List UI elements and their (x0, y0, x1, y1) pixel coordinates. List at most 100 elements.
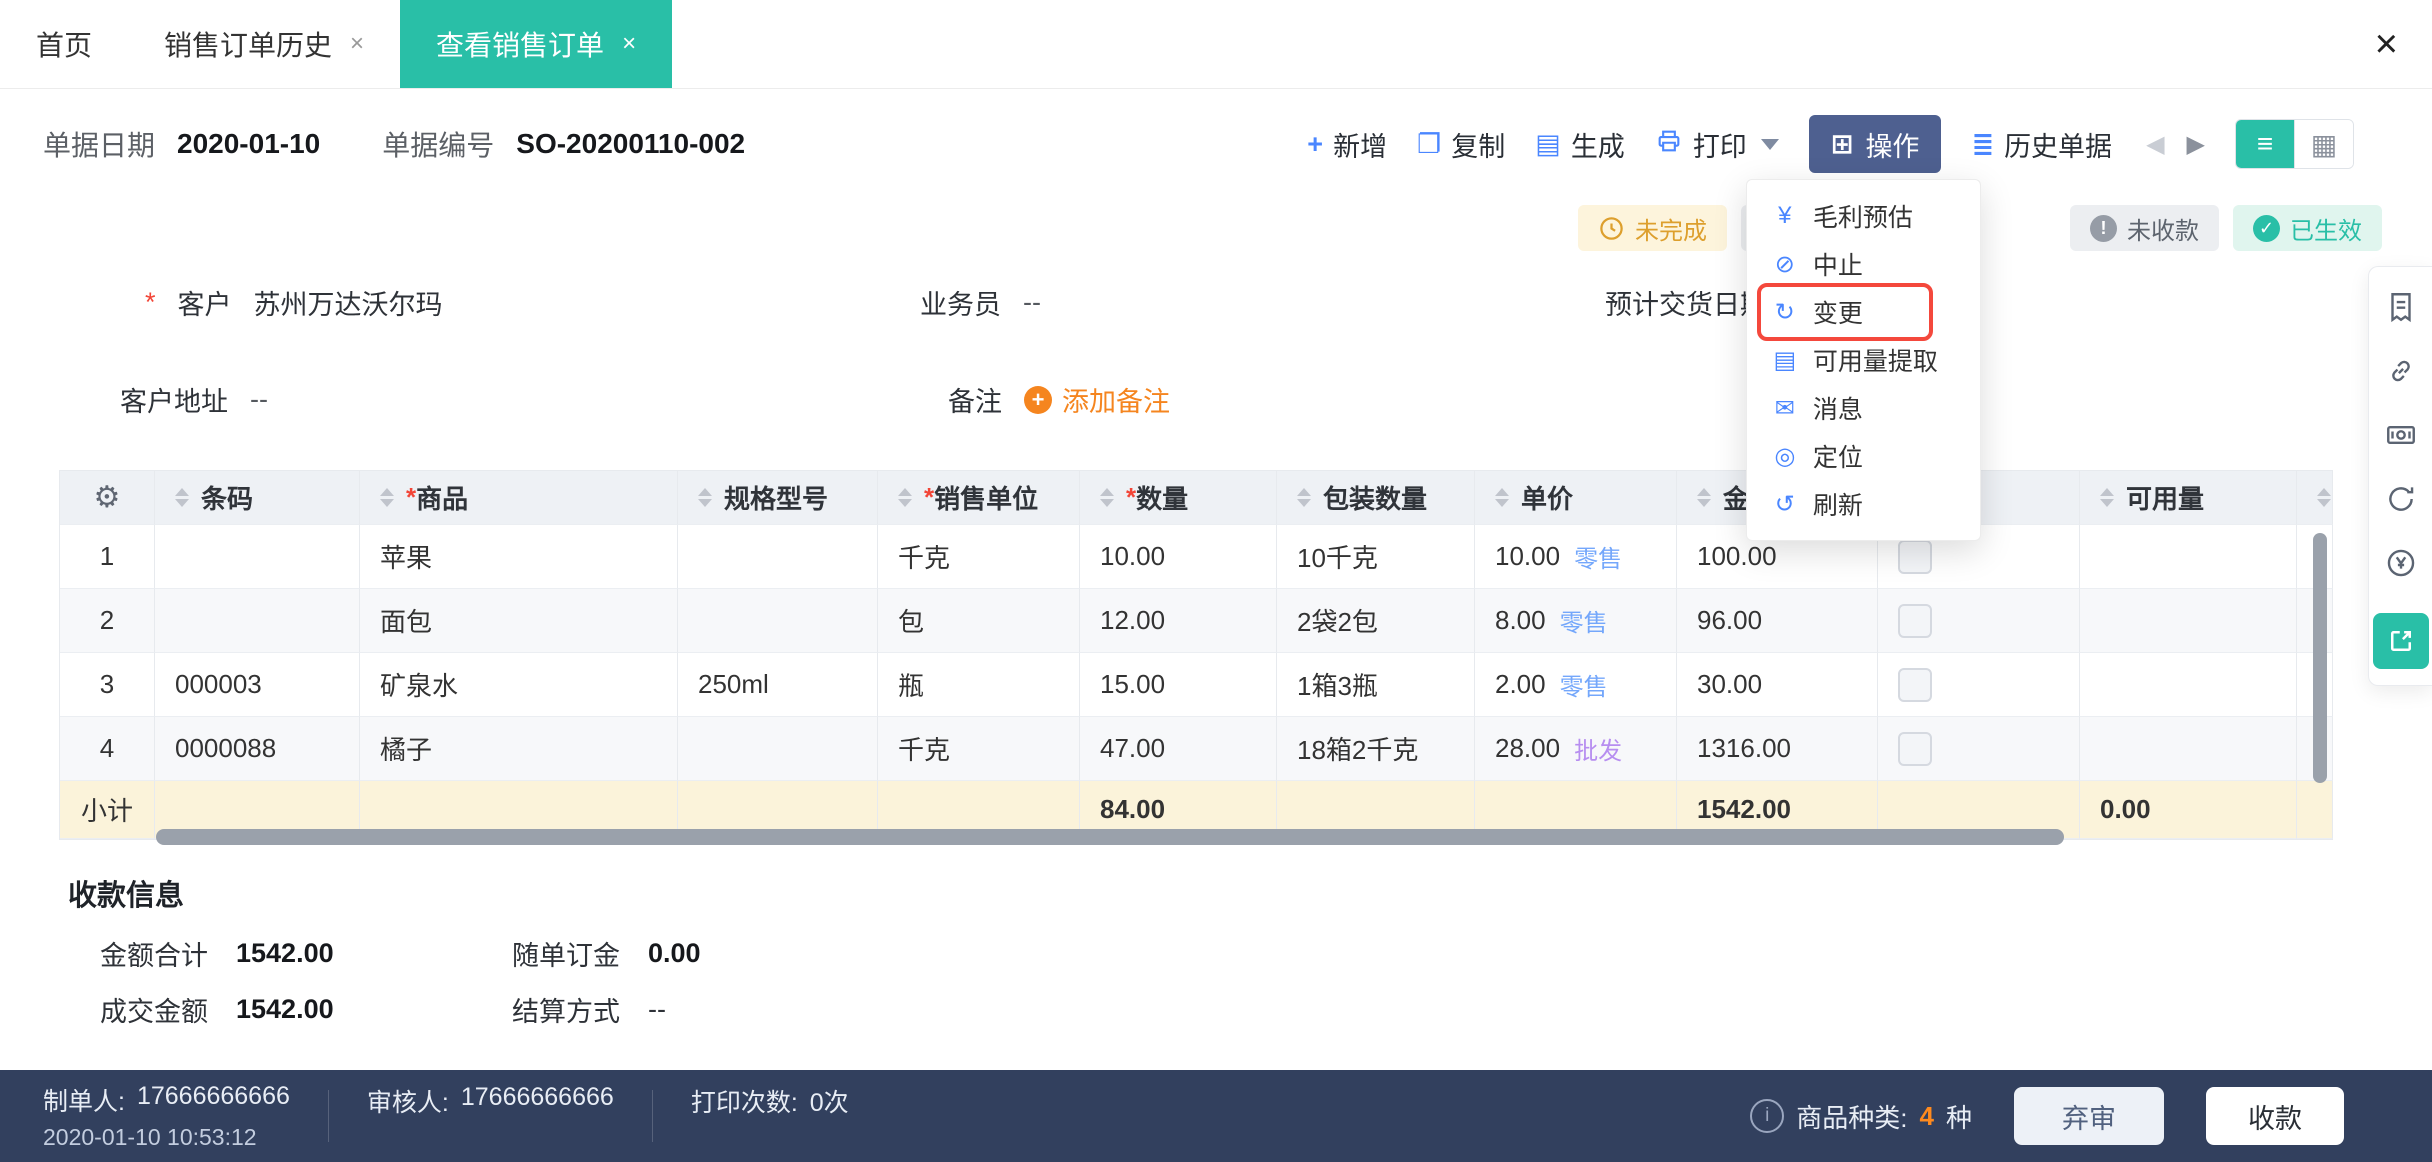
price-type-tag[interactable]: 零售 (1560, 603, 1608, 638)
horizontal-scrollbar[interactable] (156, 829, 2064, 845)
payment-deposit-value: 0.00 (648, 938, 701, 968)
sales-order-page: 首页 销售订单历史 × 查看销售订单 × × 单据日期 2020-01-10 单… (0, 0, 2432, 1162)
banknote-icon[interactable] (2383, 417, 2419, 453)
sort-icon[interactable] (380, 488, 394, 507)
cell-available (2080, 717, 2297, 781)
vertical-scrollbar[interactable] (2313, 533, 2327, 783)
sort-icon[interactable] (1297, 488, 1311, 507)
cell-unit: 包 (878, 589, 1080, 653)
exclamation-icon: ! (2090, 214, 2117, 242)
next-record-icon[interactable]: ▶ (2187, 130, 2205, 159)
row-checkbox[interactable] (1898, 603, 1932, 638)
customer-address-field: 客户地址 -- (120, 380, 268, 419)
customer-label: 客户 (177, 290, 232, 320)
cell-product: 面包 (360, 589, 678, 653)
list-view-button[interactable]: ≡ (2236, 120, 2294, 168)
subtotal-available: 0.00 (2080, 781, 2297, 839)
row-checkbox[interactable] (1898, 731, 1932, 766)
sort-icon[interactable] (2100, 488, 2114, 507)
document-meta: 单据日期 2020-01-10 单据编号 SO-20200110-002 (43, 124, 745, 164)
tab-view-sales-order[interactable]: 查看销售订单 × (400, 0, 673, 88)
price-type-tag[interactable]: 批发 (1574, 731, 1622, 766)
sort-icon[interactable] (1495, 488, 1509, 507)
row-checkbox[interactable] (1898, 539, 1932, 574)
tab-sales-order-history[interactable]: 销售订单历史 × (128, 0, 400, 88)
receipt-icon[interactable] (2383, 289, 2419, 325)
col-available[interactable]: 可用量 (2080, 471, 2297, 525)
cell-price: 28.00 批发 (1475, 717, 1677, 781)
menu-item-profit-estimate[interactable]: ¥ 毛利预估 (1747, 192, 1980, 240)
table-row[interactable]: 3 000003 矿泉水 250ml 瓶 15.00 1箱3瓶 2.00 零售 3… (60, 653, 2333, 717)
col-unit[interactable]: * 销售单位 (878, 471, 1080, 525)
sort-icon[interactable] (898, 488, 912, 507)
close-icon[interactable]: × (622, 30, 636, 58)
menu-item-message[interactable]: ✉ 消息 (1747, 384, 1980, 432)
created-at: 2020-01-10 10:53:12 (43, 1123, 257, 1150)
refresh-icon: ↺ (1774, 490, 1795, 518)
sort-icon[interactable] (1697, 488, 1711, 507)
sort-icon[interactable] (175, 488, 189, 507)
menu-item-abort[interactable]: ⊘ 中止 (1747, 240, 1980, 288)
menu-item-available-extract[interactable]: ▤ 可用量提取 (1747, 336, 1980, 384)
sort-icon[interactable] (2317, 488, 2331, 507)
print-button[interactable]: 打印 (1655, 125, 1779, 164)
list-view-icon: ≡ (2256, 128, 2274, 159)
tab-bar: 首页 销售订单历史 × 查看销售订单 × × (0, 0, 2432, 89)
tab-label: 销售订单历史 (164, 30, 333, 61)
col-barcode[interactable]: 条码 (155, 471, 360, 525)
cell-product: 矿泉水 (360, 653, 678, 717)
payment-deal: 成交金额 1542.00 (100, 990, 334, 1029)
customer-address-value: -- (250, 384, 268, 414)
row-checkbox[interactable] (1898, 667, 1932, 702)
col-price[interactable]: 单价 (1475, 471, 1677, 525)
delivery-date-label: 预计交货日期 (1605, 290, 1767, 320)
expand-icon[interactable] (2372, 613, 2429, 669)
generate-button[interactable]: ▤ 生成 (1535, 125, 1625, 164)
history-docs-button[interactable]: ≣ 历史单据 (1971, 125, 2112, 164)
grid-view-button[interactable]: ▦ (2294, 120, 2353, 168)
table-row[interactable]: 4 0000088 橘子 千克 47.00 18箱2千克 28.00 批发 131… (60, 717, 2333, 781)
prev-record-icon[interactable]: ◀ (2146, 130, 2164, 159)
close-icon[interactable]: × (350, 30, 364, 58)
menu-item-change[interactable]: ↻ 变更 (1747, 283, 1980, 341)
menu-item-locate[interactable]: ◎ 定位 (1747, 432, 1980, 480)
column-settings[interactable]: ⚙ (60, 471, 155, 525)
add-button[interactable]: + 新增 (1307, 125, 1387, 164)
col-qty[interactable]: * 数量 (1080, 471, 1277, 525)
sku-unit: 种 (1945, 1102, 1972, 1133)
salesman-field: 业务员 -- (920, 283, 1041, 322)
footer-right: i 商品种类: 4 种 弃审 收款 (1750, 1087, 2344, 1145)
table-row[interactable]: 2 面包 包 12.00 2袋2包 8.00 零售 96.00 (60, 589, 2333, 653)
add-remark-button[interactable]: + 添加备注 (1024, 380, 1170, 419)
salesman-value: -- (1023, 287, 1041, 317)
reject-audit-button[interactable]: 弃审 (2014, 1087, 2164, 1145)
operate-button[interactable]: ⊞ 操作 (1808, 115, 1942, 173)
customer-value[interactable]: 苏州万达沃尔玛 (254, 283, 443, 322)
view-toggle: ≡ ▦ (2235, 119, 2354, 169)
record-pager: ◀ ▶ (2146, 130, 2205, 159)
sort-icon[interactable] (1100, 488, 1114, 507)
payment-deposit: 随单订金 0.00 (512, 934, 701, 973)
sort-icon[interactable] (698, 488, 712, 507)
col-product[interactable]: * 商品 (360, 471, 678, 525)
refresh-circle-icon[interactable] (2383, 481, 2419, 517)
copy-button[interactable]: ❐ 复制 (1417, 125, 1505, 164)
col-partial[interactable] (2297, 471, 2333, 525)
price-type-tag[interactable]: 零售 (1574, 539, 1622, 574)
tab-home[interactable]: 首页 (0, 0, 128, 88)
yen-coin-icon[interactable] (2383, 545, 2419, 581)
remark-label: 备注 (948, 387, 1002, 417)
link-icon[interactable] (2383, 353, 2419, 389)
cell-unit: 瓶 (878, 653, 1080, 717)
col-pack-qty[interactable]: 包装数量 (1277, 471, 1475, 525)
receive-payment-button[interactable]: 收款 (2206, 1087, 2344, 1145)
table-row[interactable]: 1 苹果 千克 10.00 10千克 10.00 零售 100.00 (60, 525, 2333, 589)
cell-amount: 1316.00 (1677, 717, 1878, 781)
right-utility-rail (2368, 266, 2432, 686)
payment-settle-label: 结算方式 (512, 997, 620, 1027)
close-icon[interactable]: × (2375, 0, 2398, 88)
price-type-tag[interactable]: 零售 (1560, 667, 1608, 702)
creator-block: 制单人: 17666666666 2020-01-10 10:53:12 (43, 1082, 290, 1151)
menu-item-refresh[interactable]: ↺ 刷新 (1747, 480, 1980, 528)
col-spec[interactable]: 规格型号 (678, 471, 878, 525)
